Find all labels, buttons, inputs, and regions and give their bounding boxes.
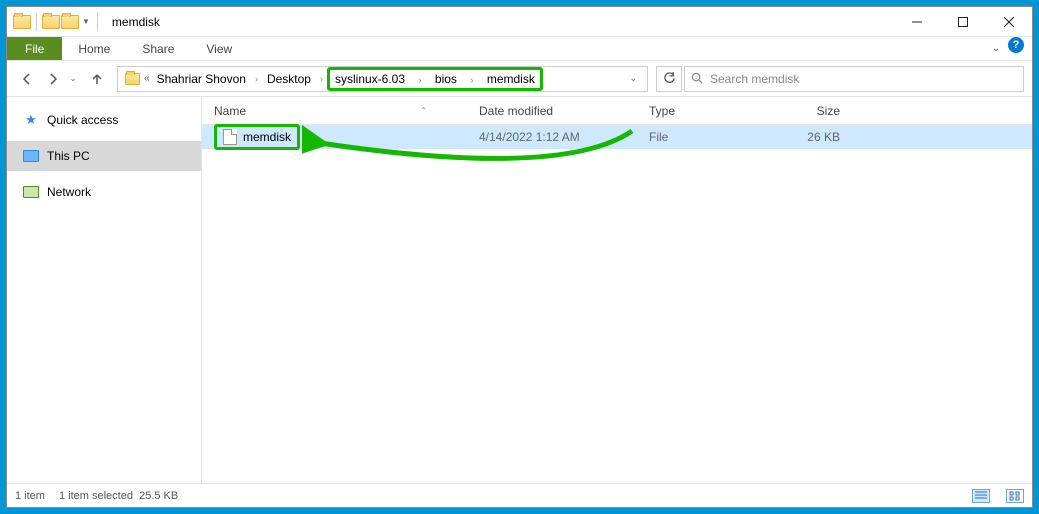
file-list-pane: Name ⌃ Date modified Type Size memdisk 4… bbox=[202, 97, 1032, 483]
chevron-right-icon[interactable]: › bbox=[414, 75, 425, 85]
maximize-button[interactable] bbox=[940, 7, 986, 37]
folder-icon bbox=[122, 73, 142, 85]
file-date: 4/14/2022 1:12 AM bbox=[467, 130, 637, 144]
nav-network[interactable]: Network bbox=[7, 177, 201, 207]
window-controls bbox=[894, 7, 1032, 37]
chevron-right-icon[interactable]: › bbox=[251, 74, 262, 84]
nav-label: This PC bbox=[47, 149, 90, 163]
refresh-button[interactable] bbox=[656, 66, 682, 92]
recent-dropdown-icon[interactable]: ⌄ bbox=[67, 74, 79, 83]
up-button[interactable] bbox=[85, 67, 109, 91]
back-button[interactable] bbox=[15, 67, 39, 91]
explorer-window: ▼ memdisk File Home Share View ⌄ ? ⌄ « S… bbox=[6, 6, 1033, 508]
app-icon bbox=[13, 13, 31, 31]
file-icon bbox=[223, 129, 237, 145]
titlebar: ▼ memdisk bbox=[7, 7, 1032, 37]
file-size: 26 KB bbox=[762, 130, 852, 144]
status-selection: 1 item selected 25.5 KB bbox=[59, 490, 178, 502]
column-name[interactable]: Name ⌃ bbox=[202, 104, 467, 118]
address-bar: ⌄ « Shahriar Shovon › Desktop › syslinux… bbox=[7, 61, 1032, 97]
column-date[interactable]: Date modified bbox=[467, 104, 637, 118]
address-field[interactable]: « Shahriar Shovon › Desktop › syslinux-6… bbox=[117, 66, 648, 92]
details-view-button[interactable] bbox=[972, 489, 990, 503]
nav-quick-access[interactable]: ★ Quick access bbox=[7, 105, 201, 135]
breadcrumb-item[interactable]: memdisk bbox=[482, 71, 540, 87]
file-rows: memdisk 4/14/2022 1:12 AM File 26 KB bbox=[202, 125, 1032, 483]
file-type: File bbox=[637, 130, 762, 144]
divider bbox=[36, 13, 37, 31]
column-size[interactable]: Size bbox=[762, 104, 852, 118]
help-icon[interactable]: ? bbox=[1008, 37, 1024, 53]
search-placeholder: Search memdisk bbox=[710, 72, 799, 86]
minimize-button[interactable] bbox=[894, 7, 940, 37]
pc-icon bbox=[23, 148, 39, 164]
file-highlight: memdisk bbox=[214, 124, 300, 150]
sort-indicator-icon: ⌃ bbox=[420, 106, 427, 115]
star-icon: ★ bbox=[23, 112, 39, 128]
chevron-right-icon[interactable]: › bbox=[466, 75, 477, 85]
ribbon: File Home Share View ⌄ ? bbox=[7, 37, 1032, 61]
nav-label: Network bbox=[47, 185, 91, 199]
file-row[interactable]: memdisk 4/14/2022 1:12 AM File 26 KB bbox=[202, 125, 1032, 149]
chevron-right-icon[interactable]: › bbox=[316, 74, 327, 84]
status-item-count: 1 item bbox=[15, 490, 45, 502]
divider bbox=[97, 13, 98, 31]
nav-label: Quick access bbox=[47, 113, 118, 127]
nav-this-pc[interactable]: This PC bbox=[7, 141, 201, 171]
window-title: memdisk bbox=[112, 15, 160, 29]
expand-ribbon-icon[interactable]: ⌄ bbox=[984, 37, 1008, 60]
breadcrumb-item[interactable]: Shahriar Shovon bbox=[152, 71, 251, 87]
column-headers: Name ⌃ Date modified Type Size bbox=[202, 97, 1032, 125]
breadcrumb-item[interactable]: Desktop bbox=[262, 71, 316, 87]
navigation-pane: ★ Quick access This PC Network bbox=[7, 97, 202, 483]
share-tab[interactable]: Share bbox=[126, 37, 190, 60]
qat-dropdown-icon[interactable]: ▼ bbox=[82, 17, 90, 26]
breadcrumb-overflow-icon[interactable]: « bbox=[142, 73, 152, 84]
icons-view-button[interactable] bbox=[1006, 489, 1024, 503]
home-tab[interactable]: Home bbox=[62, 37, 126, 60]
network-icon bbox=[23, 184, 39, 200]
search-input[interactable]: Search memdisk bbox=[684, 66, 1024, 92]
breadcrumb-highlight: syslinux-6.03 › bios › memdisk bbox=[327, 67, 543, 91]
new-folder-icon[interactable] bbox=[61, 13, 79, 31]
breadcrumb-item[interactable]: syslinux-6.03 bbox=[330, 71, 410, 87]
view-tab[interactable]: View bbox=[190, 37, 248, 60]
breadcrumb-item[interactable]: bios bbox=[430, 71, 462, 87]
column-type[interactable]: Type bbox=[637, 104, 762, 118]
properties-icon[interactable] bbox=[42, 13, 60, 31]
close-button[interactable] bbox=[986, 7, 1032, 37]
quick-access-toolbar: ▼ bbox=[7, 13, 102, 31]
address-dropdown-icon[interactable]: ⌄ bbox=[623, 73, 643, 84]
forward-button[interactable] bbox=[41, 67, 65, 91]
search-icon bbox=[691, 72, 704, 85]
status-bar: 1 item 1 item selected 25.5 KB bbox=[7, 483, 1032, 507]
content-area: ★ Quick access This PC Network Name ⌃ Da… bbox=[7, 97, 1032, 483]
file-name: memdisk bbox=[243, 130, 291, 144]
file-tab[interactable]: File bbox=[7, 37, 62, 60]
